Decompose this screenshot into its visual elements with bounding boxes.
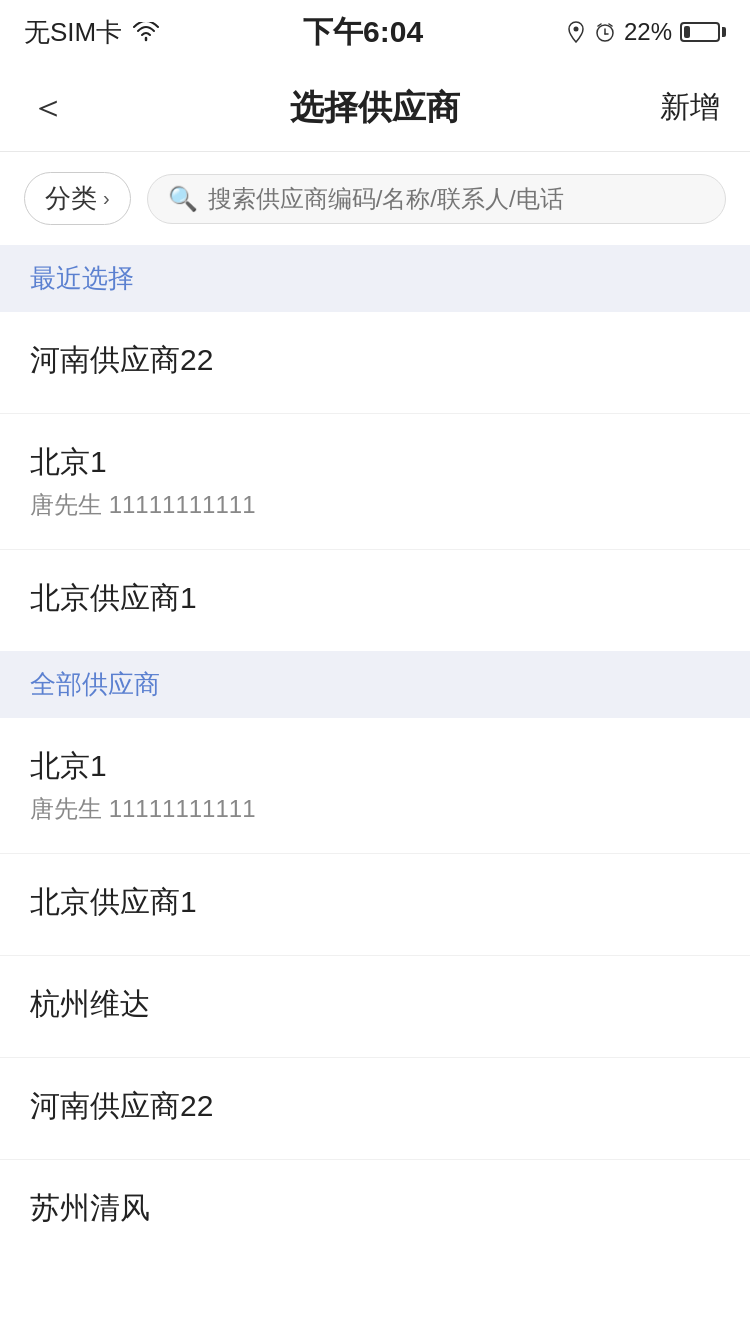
recent-section-header: 最近选择: [0, 245, 750, 312]
all-list-item[interactable]: 河南供应商22: [0, 1058, 750, 1160]
wifi-icon: [132, 22, 160, 42]
all-item-name: 北京1: [30, 746, 720, 787]
all-list-item[interactable]: 北京供应商1: [0, 854, 750, 956]
recent-item-name: 河南供应商22: [30, 340, 720, 381]
status-right: 22%: [566, 18, 726, 46]
search-input[interactable]: [208, 185, 705, 213]
all-section-label: 全部供应商: [30, 669, 160, 699]
battery-percent: 22%: [624, 18, 672, 46]
all-item-name: 北京供应商1: [30, 882, 720, 923]
back-button[interactable]: ＜: [30, 83, 90, 132]
battery-indicator: [680, 22, 726, 42]
status-time: 下午6:04: [303, 12, 423, 53]
recent-list-item[interactable]: 北京供应商1: [0, 550, 750, 651]
alarm-icon: [594, 21, 616, 43]
recent-section-label: 最近选择: [30, 263, 134, 293]
all-section-header: 全部供应商: [0, 651, 750, 718]
category-button[interactable]: 分类 ›: [24, 172, 131, 225]
search-box[interactable]: 🔍: [147, 174, 726, 224]
add-button[interactable]: 新增: [660, 87, 720, 128]
status-bar: 无SIM卡 下午6:04 22%: [0, 0, 750, 64]
recent-list-item[interactable]: 北京1 唐先生 11111111111: [0, 414, 750, 550]
all-list-item[interactable]: 北京1 唐先生 11111111111: [0, 718, 750, 854]
nav-bar: ＜ 选择供应商 新增: [0, 64, 750, 152]
chevron-right-icon: ›: [103, 187, 110, 210]
recent-list-item[interactable]: 河南供应商22: [0, 312, 750, 414]
search-icon: 🔍: [168, 185, 198, 213]
status-left: 无SIM卡: [24, 15, 160, 50]
page-title: 选择供应商: [290, 85, 460, 131]
all-item-name: 河南供应商22: [30, 1086, 720, 1127]
category-label: 分类: [45, 181, 97, 216]
location-icon: [566, 21, 586, 43]
carrier-label: 无SIM卡: [24, 15, 122, 50]
all-list-item[interactable]: 杭州维达: [0, 956, 750, 1058]
recent-list: 河南供应商22 北京1 唐先生 11111111111 北京供应商1: [0, 312, 750, 651]
all-list: 北京1 唐先生 11111111111 北京供应商1 杭州维达河南供应商22 苏州清风: [0, 718, 750, 1261]
recent-item-name: 北京供应商1: [30, 578, 720, 619]
recent-item-name: 北京1: [30, 442, 720, 483]
all-item-name: 杭州维达: [30, 984, 720, 1025]
all-item-name: 苏州清风: [30, 1188, 720, 1229]
filter-row: 分类 › 🔍: [0, 152, 750, 245]
all-list-item[interactable]: 苏州清风: [0, 1160, 750, 1261]
all-item-sub: 唐先生 11111111111: [30, 793, 720, 825]
recent-item-sub: 唐先生 11111111111: [30, 489, 720, 521]
svg-point-0: [573, 27, 578, 32]
